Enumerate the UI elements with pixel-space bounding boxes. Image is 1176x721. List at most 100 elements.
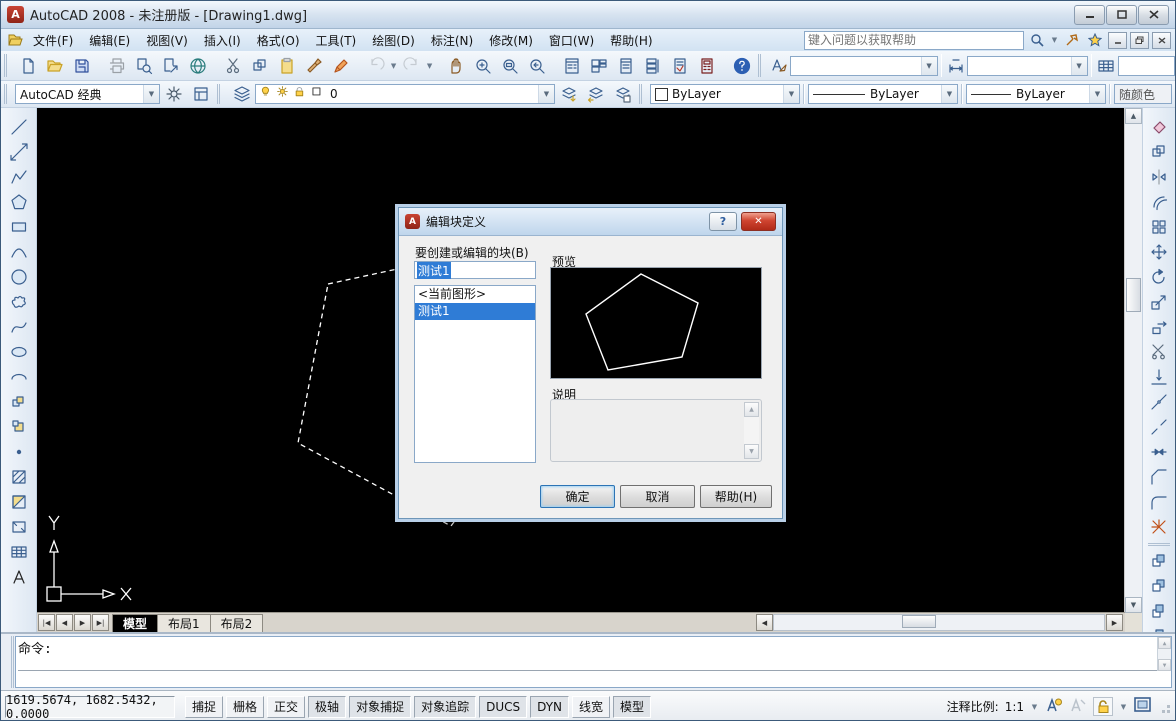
properties-toolbar-drag-handle[interactable] — [639, 84, 647, 105]
make-layer-current-icon[interactable] — [555, 81, 582, 107]
table-style-icon[interactable] — [1095, 53, 1117, 79]
offset-icon[interactable] — [1145, 189, 1173, 214]
search-dropdown-icon[interactable]: ▼ — [1050, 36, 1059, 44]
coordinate-readout[interactable]: 1619.5674, 1682.5432, 0.0000 — [5, 696, 175, 718]
undo-dropdown-icon[interactable]: ▼ — [389, 62, 398, 70]
bring-to-front-icon[interactable] — [1145, 548, 1173, 573]
zoom-previous-icon[interactable] — [523, 53, 550, 79]
toggle-线宽[interactable]: 线宽 — [572, 696, 610, 718]
publish-icon[interactable] — [157, 53, 184, 79]
chevron-down-icon[interactable]: ▼ — [1089, 85, 1105, 103]
dim-style-icon[interactable] — [945, 53, 967, 79]
layer-combo[interactable]: 0 ▼ — [255, 84, 555, 104]
layer-unlock-icon[interactable] — [294, 86, 308, 103]
dim-style-combo[interactable]: ▼ — [967, 56, 1087, 76]
polyline-icon[interactable] — [5, 164, 33, 189]
clean-screen-icon[interactable] — [1134, 697, 1151, 716]
resize-grip[interactable] — [1157, 700, 1171, 714]
my-workspace-icon[interactable] — [187, 81, 214, 107]
command-input-line[interactable] — [18, 667, 1169, 685]
layer-previous-icon[interactable] — [582, 81, 609, 107]
chevron-down-icon[interactable]: ▼ — [941, 85, 957, 103]
zoom-window-icon[interactable] — [496, 53, 523, 79]
paste-icon[interactable] — [273, 53, 300, 79]
toggle-对象追踪[interactable]: 对象追踪 — [414, 696, 476, 718]
toggle-捕捉[interactable]: 捕捉 — [185, 696, 223, 718]
plot-style-combo[interactable]: 随颜色 — [1114, 84, 1172, 104]
command-text-area[interactable]: 命令: ▲ ▼ — [15, 636, 1172, 688]
communication-center-icon[interactable] — [1062, 30, 1082, 50]
3d-dwf-icon[interactable] — [184, 53, 211, 79]
horizontal-scrollbar[interactable]: ◀ ▶ — [755, 615, 1123, 630]
menu-9[interactable]: 修改(M) — [481, 30, 541, 51]
designcenter-icon[interactable] — [585, 53, 612, 79]
rotate-icon[interactable] — [1145, 264, 1173, 289]
layer-states-icon[interactable] — [609, 81, 636, 107]
tab-布局1[interactable]: 布局1 — [157, 614, 211, 632]
menu-6[interactable]: 工具(T) — [308, 30, 365, 51]
new-file-icon[interactable] — [14, 53, 41, 79]
favorites-star-icon[interactable] — [1085, 30, 1105, 50]
plot-preview-icon[interactable] — [130, 53, 157, 79]
cut-icon[interactable] — [219, 53, 246, 79]
toggle-DYN[interactable]: DYN — [530, 696, 569, 718]
command-scrollbar[interactable]: ▲ ▼ — [1157, 637, 1171, 671]
copy-icon[interactable] — [246, 53, 273, 79]
chevron-down-icon[interactable]: ▼ — [783, 85, 799, 103]
lineweight-combo[interactable]: ByLayer▼ — [966, 84, 1106, 104]
explode-icon[interactable] — [1145, 514, 1173, 539]
menu-10[interactable]: 窗口(W) — [541, 30, 602, 51]
horizontal-scroll-thumb[interactable] — [902, 615, 936, 628]
revision-cloud-icon[interactable] — [5, 289, 33, 314]
block-editor-icon[interactable] — [327, 53, 354, 79]
help-icon[interactable] — [728, 53, 755, 79]
prev-tab-button[interactable]: ◀ — [56, 614, 73, 631]
make-block-icon[interactable] — [5, 414, 33, 439]
cancel-button[interactable]: 取消 — [620, 485, 695, 508]
mdi-close-button[interactable] — [1152, 32, 1171, 49]
tab-模型[interactable]: 模型 — [112, 614, 158, 632]
tool-palettes-icon[interactable] — [612, 53, 639, 79]
table-icon[interactable] — [5, 539, 33, 564]
insert-block-icon[interactable] — [5, 389, 33, 414]
annotation-autoscale-icon[interactable] — [1069, 697, 1087, 716]
annotation-scale-value[interactable]: 1:1 — [1005, 700, 1024, 714]
dialog-help-button[interactable]: ? — [709, 212, 737, 231]
styles-toolbar-drag-handle[interactable] — [758, 54, 765, 77]
annotation-visibility-icon[interactable] — [1045, 697, 1063, 716]
erase-icon[interactable] — [1145, 114, 1173, 139]
properties-icon[interactable] — [558, 53, 585, 79]
command-window-drag-handle[interactable] — [2, 636, 14, 688]
toggle-模型[interactable]: 模型 — [613, 696, 651, 718]
maximize-button[interactable] — [1106, 5, 1137, 25]
move-icon[interactable] — [1145, 239, 1173, 264]
menu-5[interactable]: 格式(O) — [249, 30, 308, 51]
scroll-right-icon[interactable]: ▶ — [1106, 614, 1123, 631]
annotation-scale-dropdown-icon[interactable]: ▼ — [1030, 703, 1039, 711]
layers-toolbar-drag-handle[interactable] — [217, 84, 225, 105]
mirror-icon[interactable] — [1145, 164, 1173, 189]
scroll-left-icon[interactable]: ◀ — [756, 614, 773, 631]
chevron-down-icon[interactable]: ▼ — [538, 85, 554, 103]
multiline-text-icon[interactable] — [5, 564, 33, 589]
dialog-title-bar[interactable]: A 编辑块定义 ? ✕ — [399, 208, 782, 236]
layer-on-bulb-icon[interactable] — [260, 86, 274, 103]
search-icon[interactable] — [1027, 30, 1047, 50]
mdi-restore-button[interactable] — [1130, 32, 1149, 49]
linetype-combo[interactable]: ByLayer▼ — [808, 84, 958, 104]
color-combo[interactable]: ByLayer▼ — [650, 84, 800, 104]
block-list-item-2[interactable]: 测试1 — [415, 303, 535, 320]
region-icon[interactable] — [5, 514, 33, 539]
rectangle-icon[interactable] — [5, 214, 33, 239]
bring-above-objects-icon[interactable] — [1145, 598, 1173, 623]
block-name-input[interactable]: 测试1 — [414, 261, 536, 279]
chamfer-icon[interactable] — [1145, 464, 1173, 489]
fillet-icon[interactable] — [1145, 489, 1173, 514]
scroll-up-icon[interactable]: ▲ — [1125, 108, 1142, 124]
copy-object-icon[interactable] — [1145, 139, 1173, 164]
array-icon[interactable] — [1145, 214, 1173, 239]
scale-icon[interactable] — [1145, 289, 1173, 314]
polygon-icon[interactable] — [5, 189, 33, 214]
chevron-down-icon[interactable]: ▼ — [1071, 57, 1087, 75]
match-properties-icon[interactable] — [300, 53, 327, 79]
